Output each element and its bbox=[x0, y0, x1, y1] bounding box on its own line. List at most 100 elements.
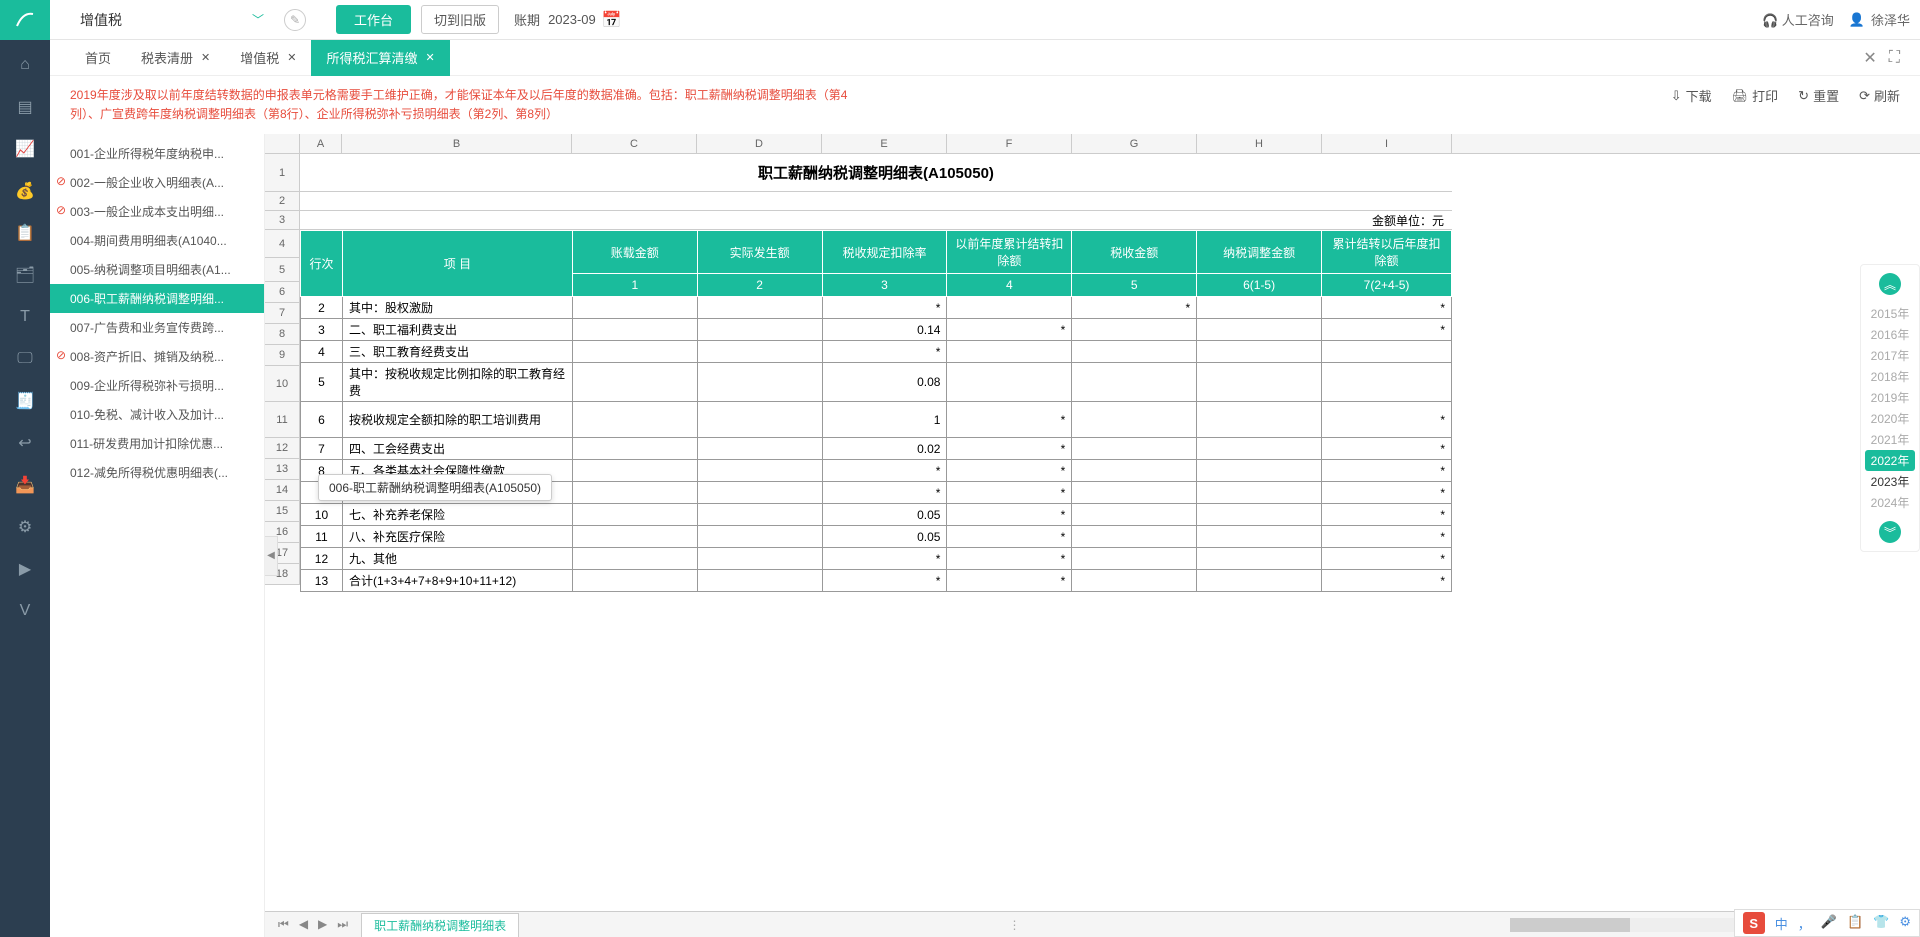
cell[interactable] bbox=[1197, 570, 1322, 592]
cell[interactable] bbox=[1072, 402, 1197, 438]
sheet-tab[interactable]: 职工薪酬纳税调整明细表 bbox=[361, 913, 519, 937]
cell[interactable] bbox=[947, 363, 1072, 402]
row-header[interactable]: 7 bbox=[265, 303, 300, 324]
cell[interactable] bbox=[1072, 363, 1197, 402]
user-menu[interactable]: 👤 徐泽华 bbox=[1849, 10, 1910, 29]
ime-tool[interactable]: 👕 bbox=[1873, 914, 1889, 933]
app-logo[interactable] bbox=[0, 0, 50, 40]
year-item[interactable]: 2017年 bbox=[1865, 345, 1916, 366]
expand-icon[interactable]: ⛶ bbox=[1889, 49, 1900, 67]
cell[interactable] bbox=[572, 363, 697, 402]
tree-item-10[interactable]: 011-研发费用加计扣除优惠... bbox=[50, 429, 264, 458]
cell[interactable] bbox=[697, 438, 822, 460]
cell[interactable] bbox=[697, 402, 822, 438]
cell[interactable]: * bbox=[822, 548, 947, 570]
tree-item-7[interactable]: ⊘008-资产折旧、摊销及纳税... bbox=[50, 342, 264, 371]
cell[interactable] bbox=[697, 341, 822, 363]
download-button[interactable]: ⇩ 下载 bbox=[1671, 86, 1712, 105]
year-item[interactable]: 2024年 bbox=[1865, 492, 1916, 513]
cell[interactable]: * bbox=[822, 570, 947, 592]
cell[interactable] bbox=[572, 297, 697, 319]
year-item[interactable]: 2020年 bbox=[1865, 408, 1916, 429]
cell[interactable] bbox=[697, 504, 822, 526]
row-header[interactable]: 8 bbox=[265, 324, 300, 345]
sheet-nav-last[interactable]: ⏭ bbox=[334, 917, 351, 932]
ime-tool[interactable]: 🎤 bbox=[1821, 914, 1837, 933]
cell[interactable] bbox=[1197, 526, 1322, 548]
period-value[interactable]: 2023-09 bbox=[548, 12, 596, 27]
cell[interactable]: * bbox=[947, 460, 1072, 482]
tax-icon[interactable]: 🧾 bbox=[15, 391, 35, 411]
cell[interactable]: * bbox=[947, 526, 1072, 548]
col-header[interactable]: H bbox=[1197, 134, 1322, 153]
cell[interactable] bbox=[572, 504, 697, 526]
cell[interactable] bbox=[1322, 363, 1452, 402]
year-up-button[interactable]: ︽ bbox=[1879, 273, 1901, 295]
cell[interactable]: * bbox=[1322, 319, 1452, 341]
cell[interactable]: 0.14 bbox=[822, 319, 947, 341]
cell[interactable] bbox=[697, 363, 822, 402]
year-item[interactable]: 2015年 bbox=[1865, 303, 1916, 324]
calendar-icon[interactable]: 📅 bbox=[602, 10, 622, 30]
sheet-nav-next[interactable]: ▶ bbox=[315, 917, 330, 932]
row-header[interactable]: 14 bbox=[265, 480, 300, 501]
consult-link[interactable]: 🎧 人工咨询 bbox=[1762, 10, 1834, 29]
cell[interactable] bbox=[1322, 341, 1452, 363]
cell[interactable] bbox=[572, 548, 697, 570]
cell[interactable] bbox=[697, 482, 822, 504]
tree-item-8[interactable]: 009-企业所得税弥补亏损明... bbox=[50, 371, 264, 400]
cell[interactable] bbox=[1072, 438, 1197, 460]
cell[interactable] bbox=[1072, 460, 1197, 482]
close-icon[interactable]: ✕ bbox=[287, 51, 296, 64]
year-item[interactable]: 2019年 bbox=[1865, 387, 1916, 408]
cell[interactable] bbox=[572, 526, 697, 548]
cell[interactable] bbox=[697, 570, 822, 592]
play-icon[interactable]: ▶ bbox=[15, 559, 35, 579]
row-header[interactable]: 6 bbox=[265, 282, 300, 303]
cell[interactable] bbox=[1072, 482, 1197, 504]
cell[interactable] bbox=[572, 570, 697, 592]
sheet-nav-first[interactable]: ⏮ bbox=[275, 917, 292, 932]
cell[interactable] bbox=[1197, 341, 1322, 363]
tab-3[interactable]: 所得税汇算清缴✕ bbox=[311, 40, 449, 76]
cell[interactable]: * bbox=[1322, 438, 1452, 460]
cell[interactable]: * bbox=[1322, 402, 1452, 438]
cell[interactable]: * bbox=[822, 297, 947, 319]
row-header[interactable]: 3 bbox=[265, 211, 300, 230]
cell[interactable] bbox=[1197, 319, 1322, 341]
cell[interactable]: * bbox=[947, 319, 1072, 341]
cell[interactable]: * bbox=[1322, 548, 1452, 570]
cell[interactable] bbox=[1072, 341, 1197, 363]
cell[interactable] bbox=[1197, 504, 1322, 526]
cell[interactable] bbox=[947, 341, 1072, 363]
cell[interactable] bbox=[1072, 526, 1197, 548]
cell[interactable] bbox=[1197, 460, 1322, 482]
cell[interactable]: * bbox=[822, 460, 947, 482]
col-header[interactable]: D bbox=[697, 134, 822, 153]
cell[interactable]: * bbox=[1322, 526, 1452, 548]
ime-tool[interactable]: ⚙ bbox=[1899, 914, 1911, 933]
print-button[interactable]: 🖨 打印 bbox=[1732, 86, 1779, 105]
ime-logo[interactable]: S bbox=[1743, 912, 1765, 934]
tree-item-2[interactable]: ⊘003-一般企业成本支出明细... bbox=[50, 197, 264, 226]
year-item[interactable]: 2023年 bbox=[1865, 471, 1916, 492]
clipboard-icon[interactable]: 📋 bbox=[15, 223, 35, 243]
cell[interactable]: * bbox=[1072, 297, 1197, 319]
tab-1[interactable]: 税表清册✕ bbox=[126, 40, 225, 76]
cell[interactable]: * bbox=[1322, 570, 1452, 592]
row-header[interactable]: 12 bbox=[265, 438, 300, 459]
cell[interactable] bbox=[572, 438, 697, 460]
cell[interactable] bbox=[572, 341, 697, 363]
close-all-tabs-icon[interactable]: ✕ bbox=[1863, 48, 1876, 68]
cell[interactable] bbox=[697, 548, 822, 570]
cell[interactable] bbox=[1072, 570, 1197, 592]
cell[interactable]: * bbox=[1322, 504, 1452, 526]
cell[interactable]: * bbox=[1322, 482, 1452, 504]
col-header[interactable]: B bbox=[342, 134, 572, 153]
cell[interactable]: * bbox=[822, 341, 947, 363]
tree-item-0[interactable]: 001-企业所得税年度纳税申... bbox=[50, 139, 264, 168]
cell[interactable] bbox=[1072, 548, 1197, 570]
switch-old-button[interactable]: 切到旧版 bbox=[421, 5, 499, 34]
row-header[interactable]: 1 bbox=[265, 154, 300, 192]
cell[interactable] bbox=[697, 319, 822, 341]
